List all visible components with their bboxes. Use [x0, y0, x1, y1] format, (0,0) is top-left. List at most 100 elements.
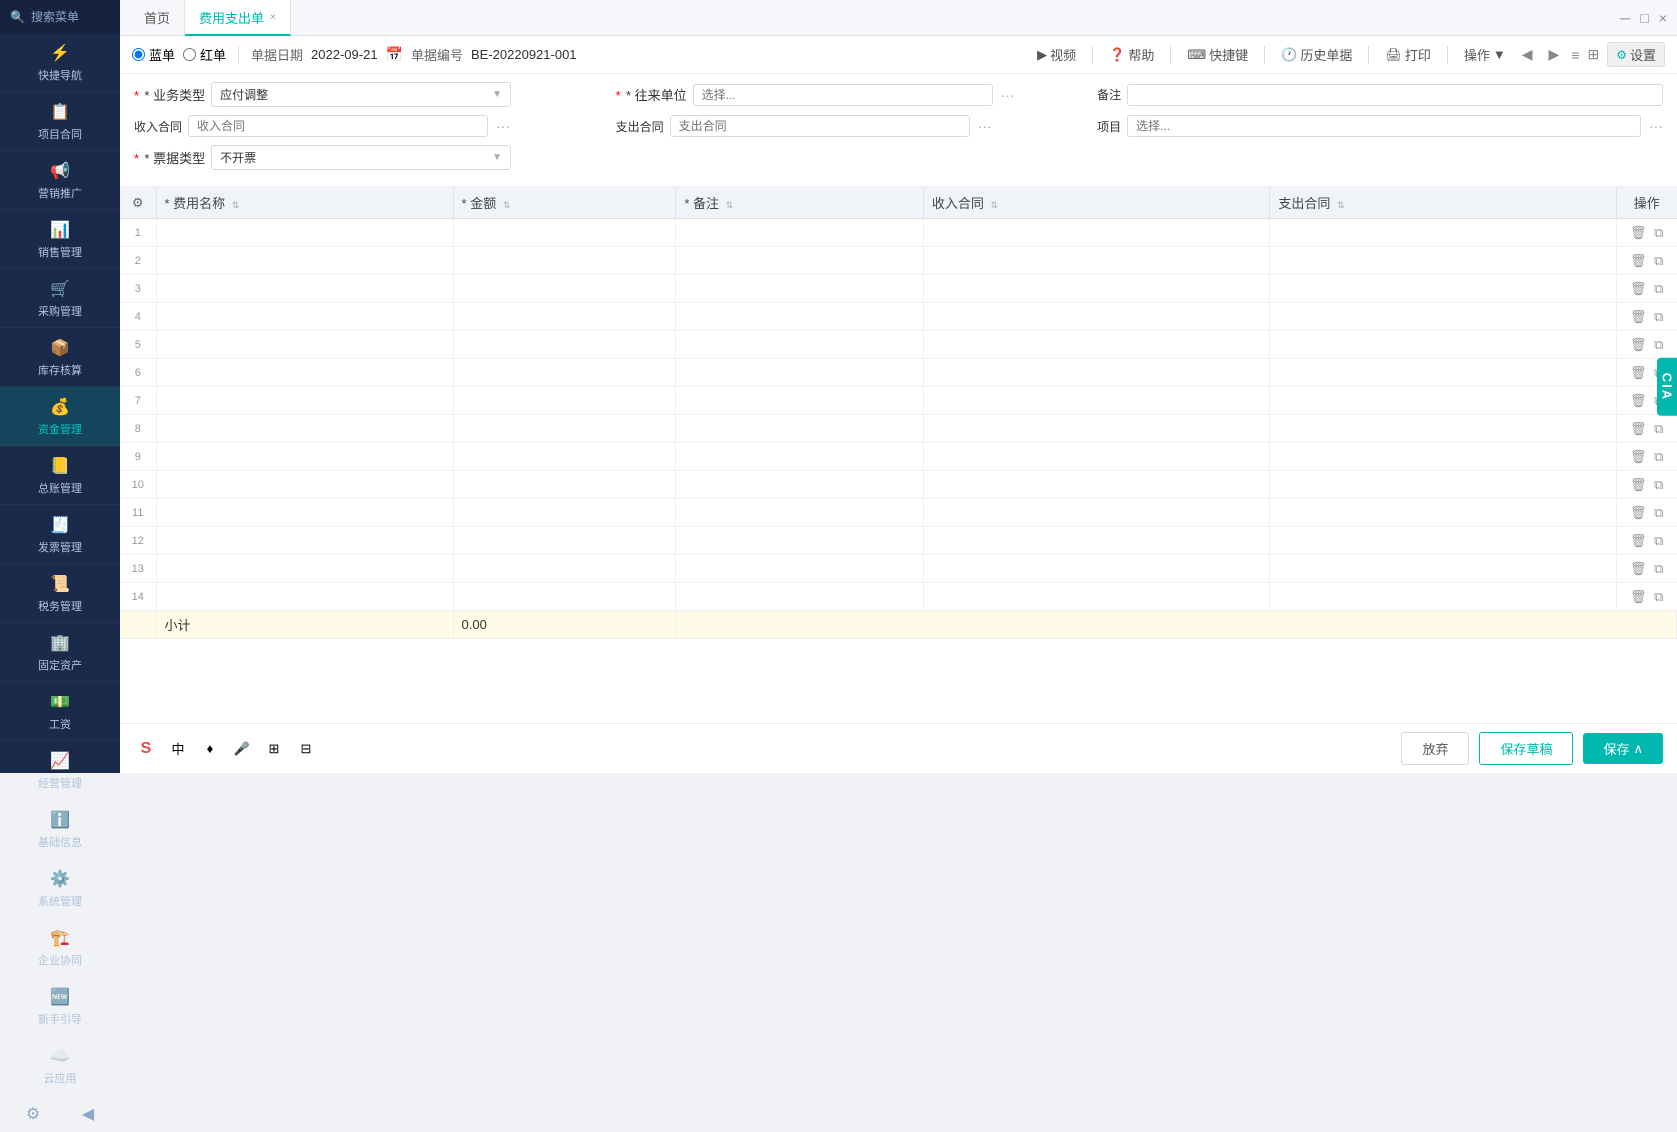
- income-contract-cell[interactable]: [923, 471, 1270, 499]
- copy-row-icon[interactable]: ⧉: [1654, 337, 1663, 352]
- amount-cell[interactable]: [453, 219, 676, 247]
- amount-cell[interactable]: [453, 303, 676, 331]
- print-button[interactable]: 🖨 打印: [1381, 43, 1435, 66]
- expense-contract-cell[interactable]: [1270, 331, 1617, 359]
- help-button[interactable]: ❓ 帮助: [1105, 43, 1158, 66]
- amount-cell[interactable]: [453, 527, 676, 555]
- delete-row-icon[interactable]: 🗑: [1630, 225, 1647, 240]
- blue-radio-input[interactable]: [132, 48, 145, 61]
- income-contract-cell[interactable]: [923, 331, 1270, 359]
- expense-contract-cell[interactable]: [1270, 219, 1617, 247]
- invoice-type-select[interactable]: 不开票 ▼: [211, 145, 511, 170]
- maximize-button[interactable]: □: [1640, 10, 1648, 26]
- expense-name-cell[interactable]: [156, 359, 453, 387]
- note-cell[interactable]: [676, 471, 924, 499]
- sidebar-item-cloud-apps[interactable]: ☁️ 云应用: [0, 1036, 120, 1095]
- amount-cell[interactable]: [453, 247, 676, 275]
- sidebar-item-quick-nav[interactable]: ⚡ 快捷导航: [0, 33, 120, 92]
- tab-home[interactable]: 首页: [130, 0, 185, 36]
- income-contract-cell[interactable]: [923, 275, 1270, 303]
- footer-icon-zhong[interactable]: 中: [166, 737, 190, 761]
- note-cell[interactable]: [676, 387, 924, 415]
- nav-prev-icon[interactable]: ◀: [1518, 44, 1537, 65]
- sidebar-item-capital[interactable]: 💰 资金管理: [0, 387, 120, 446]
- delete-row-icon[interactable]: 🗑: [1630, 253, 1647, 268]
- delete-row-icon[interactable]: 🗑: [1630, 561, 1647, 576]
- expense-contract-cell[interactable]: [1270, 555, 1617, 583]
- table-row[interactable]: 8 🗑 ⧉: [120, 415, 1677, 443]
- copy-row-icon[interactable]: ⧉: [1654, 561, 1663, 576]
- calendar-icon[interactable]: 📅: [386, 46, 403, 63]
- expense-name-cell[interactable]: [156, 303, 453, 331]
- note-cell[interactable]: [676, 527, 924, 555]
- sidebar-item-new-guide[interactable]: 🆕 新手引导: [0, 977, 120, 1036]
- delete-row-icon[interactable]: 🗑: [1630, 533, 1647, 548]
- view-list-icon[interactable]: ≡: [1571, 47, 1579, 63]
- amount-cell[interactable]: [453, 359, 676, 387]
- table-row[interactable]: 12 🗑 ⧉: [120, 527, 1677, 555]
- copy-row-icon[interactable]: ⧉: [1654, 589, 1663, 604]
- delete-row-icon[interactable]: 🗑: [1630, 449, 1647, 464]
- note-cell[interactable]: [676, 219, 924, 247]
- note-cell[interactable]: [676, 359, 924, 387]
- note-cell[interactable]: [676, 331, 924, 359]
- expense-name-cell[interactable]: [156, 443, 453, 471]
- income-contract-cell[interactable]: [923, 555, 1270, 583]
- note-cell[interactable]: [676, 303, 924, 331]
- expense-name-cell[interactable]: [156, 387, 453, 415]
- nav-next-icon[interactable]: ▶: [1545, 44, 1564, 65]
- amount-cell[interactable]: [453, 415, 676, 443]
- red-radio[interactable]: 红单: [183, 45, 226, 64]
- business-type-select[interactable]: 应付调整 ▼: [211, 82, 511, 107]
- table-row[interactable]: 10 🗑 ⧉: [120, 471, 1677, 499]
- th-note[interactable]: * 备注 ⇅: [676, 187, 924, 219]
- gear-icon[interactable]: ⚙: [132, 195, 144, 210]
- blue-radio[interactable]: 蓝单: [132, 45, 175, 64]
- delete-row-icon[interactable]: 🗑: [1630, 337, 1647, 352]
- copy-row-icon[interactable]: ⧉: [1654, 253, 1663, 268]
- sidebar-item-basic-info[interactable]: ℹ️ 基础信息: [0, 800, 120, 859]
- history-button[interactable]: 🕐 历史单据: [1277, 43, 1356, 66]
- close-button[interactable]: ×: [1659, 10, 1667, 26]
- income-contract-input[interactable]: [188, 115, 488, 137]
- expense-contract-cell[interactable]: [1270, 359, 1617, 387]
- sidebar-item-inventory[interactable]: 📦 库存核算: [0, 328, 120, 387]
- sidebar-item-ledger[interactable]: 📒 总账管理: [0, 446, 120, 505]
- video-button[interactable]: ▶ 视频: [1033, 43, 1080, 66]
- save-draft-button[interactable]: 保存草稿: [1479, 732, 1573, 765]
- table-row[interactable]: 9 🗑 ⧉: [120, 443, 1677, 471]
- table-row[interactable]: 2 🗑 ⧉: [120, 247, 1677, 275]
- table-row[interactable]: 4 🗑 ⧉: [120, 303, 1677, 331]
- red-radio-input[interactable]: [183, 48, 196, 61]
- delete-row-icon[interactable]: 🗑: [1630, 309, 1647, 324]
- footer-icon-diamond[interactable]: ♦: [198, 737, 222, 761]
- project-input[interactable]: [1127, 115, 1641, 137]
- note-cell[interactable]: [676, 583, 924, 611]
- expense-contract-cell[interactable]: [1270, 247, 1617, 275]
- expense-contract-cell[interactable]: [1270, 527, 1617, 555]
- cia-tab[interactable]: CIA: [1657, 357, 1677, 415]
- sidebar-item-system[interactable]: ⚙️ 系统管理: [0, 859, 120, 918]
- tab-expense[interactable]: 费用支出单 ×: [185, 0, 291, 36]
- project-more-icon[interactable]: ···: [1649, 118, 1663, 134]
- settings-button[interactable]: ⚙ 设置: [1607, 42, 1665, 67]
- table-row[interactable]: 6 🗑 ⧉: [120, 359, 1677, 387]
- discard-button[interactable]: 放弃: [1401, 732, 1469, 765]
- expense-contract-cell[interactable]: [1270, 583, 1617, 611]
- expense-contract-cell[interactable]: [1270, 303, 1617, 331]
- table-row[interactable]: 14 🗑 ⧉: [120, 583, 1677, 611]
- expense-contract-cell[interactable]: [1270, 443, 1617, 471]
- note-cell[interactable]: [676, 415, 924, 443]
- delete-row-icon[interactable]: 🗑: [1630, 589, 1647, 604]
- income-contract-cell[interactable]: [923, 499, 1270, 527]
- sidebar-search[interactable]: 🔍 搜索菜单: [0, 0, 120, 33]
- copy-row-icon[interactable]: ⧉: [1654, 225, 1663, 240]
- table-row[interactable]: 7 🗑 ⧉: [120, 387, 1677, 415]
- copy-row-icon[interactable]: ⧉: [1654, 281, 1663, 296]
- expense-contract-input[interactable]: [670, 115, 970, 137]
- expense-contract-cell[interactable]: [1270, 415, 1617, 443]
- sidebar-item-project-contract[interactable]: 📋 项目合同: [0, 92, 120, 151]
- amount-cell[interactable]: [453, 471, 676, 499]
- th-expense-name[interactable]: * 费用名称 ⇅: [156, 187, 453, 219]
- sidebar-item-salary[interactable]: 💵 工资: [0, 682, 120, 741]
